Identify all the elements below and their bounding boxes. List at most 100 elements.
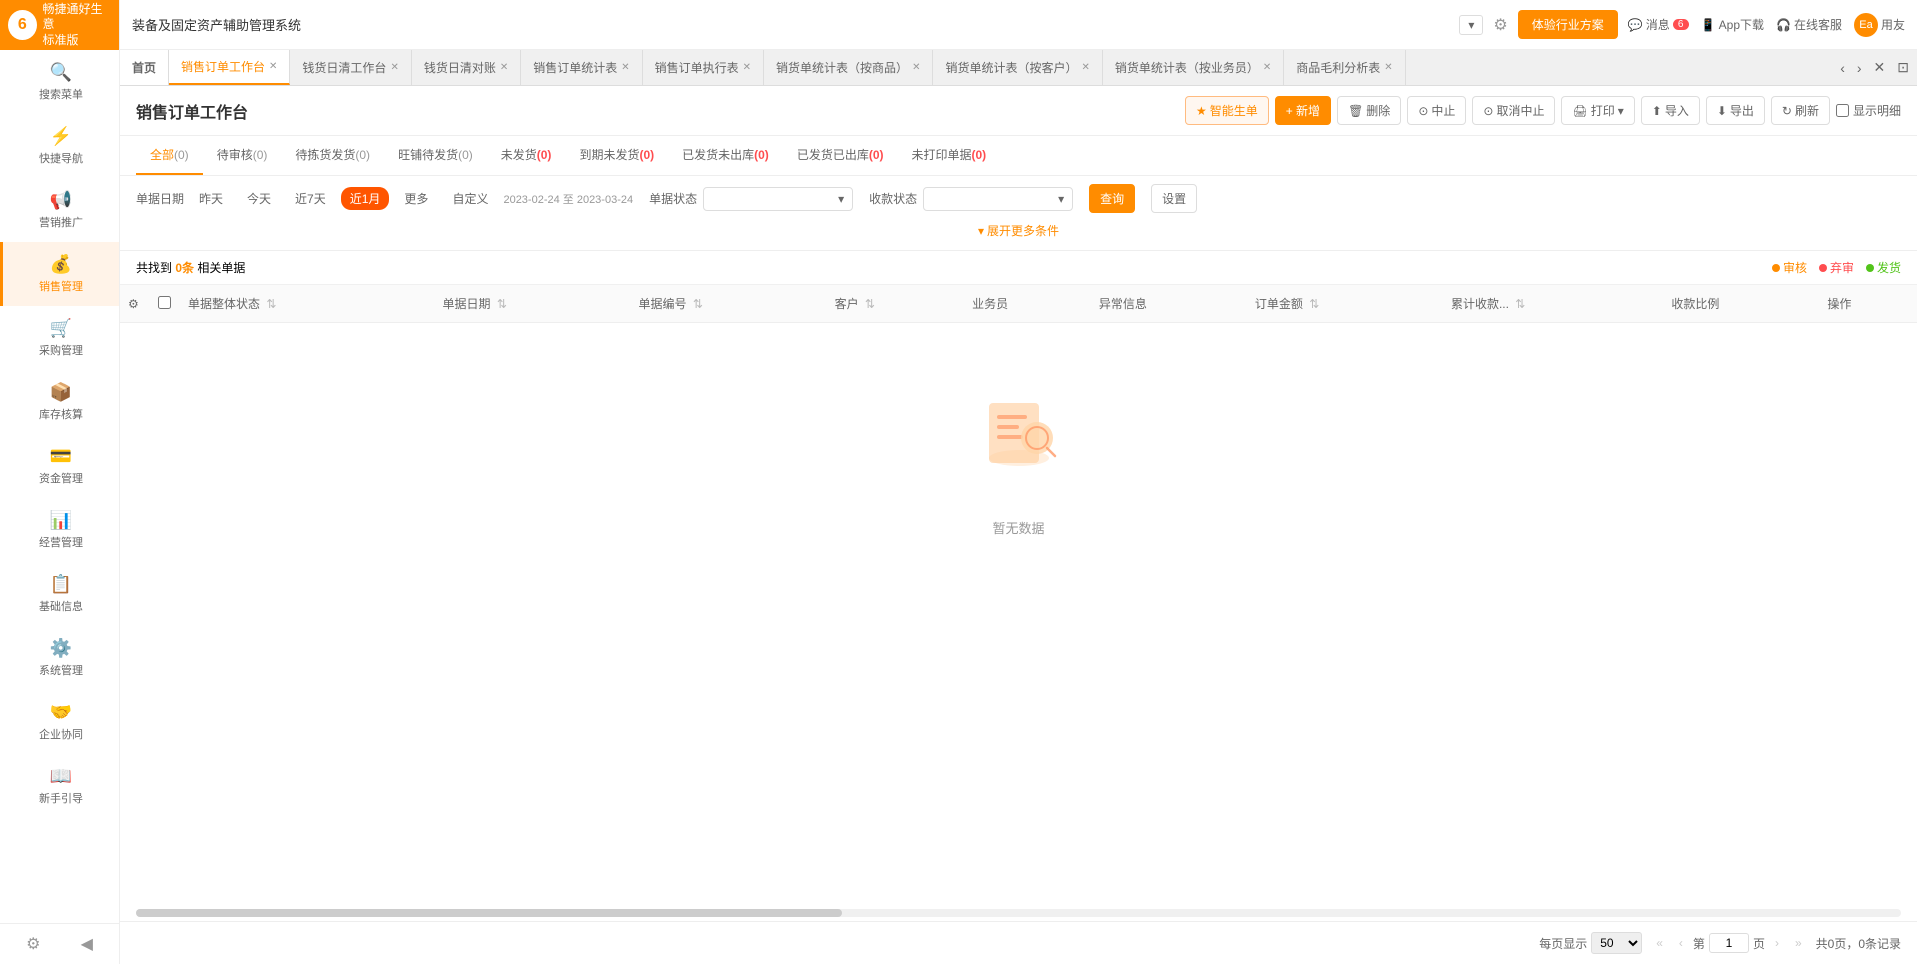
sub-tab-0[interactable]: 全部(0) [136,136,203,175]
topbar-gear-icon[interactable]: ⚙ [1493,15,1507,35]
tab-label: 销售订单工作台 [181,58,265,75]
status-select[interactable]: ▾ [703,187,853,211]
sub-tab-8[interactable]: 未打印单据(0) [898,136,1001,175]
tab-close-icon[interactable]: ✕ [1263,62,1271,73]
col-staff: 业务员 [964,285,1091,323]
date-btn-yesterday[interactable]: 昨天 [190,187,232,210]
date-btn-7days[interactable]: 近7天 [286,187,335,210]
tab-close-icon[interactable]: ✕ [1081,62,1089,73]
sidebar-item-7[interactable]: 📊 经营管理 [0,498,119,562]
sub-tab-count-4: (0) [537,148,552,162]
tab-sales-stats-staff[interactable]: 销货单统计表（按业务员） ✕ [1103,50,1284,85]
tab-close-icon[interactable]: ✕ [269,61,277,72]
tab-close-icon[interactable]: ✕ [743,62,751,73]
cancel-stop-btn[interactable]: ⊙ 取消中止 [1472,96,1555,125]
sidebar-icon-5: 📦 [50,382,72,403]
sub-tab-2[interactable]: 待拣货发货(0) [281,136,384,175]
sidebar: 6 畅捷通好生意 标准版 🔍 搜索菜单 ⚡ 快捷导航 📢 营销推广 💰 销售管理… [0,0,120,964]
col-amount: 订单金额 ⇅ [1247,285,1443,323]
table-area: 共找到 0条 相关单据 审核 弃审 发货 [120,251,1917,964]
date-btn-1month[interactable]: 近1月 [341,187,390,210]
quick-audit-btn[interactable]: 审核 [1772,259,1807,276]
tab-sales-stats-customer[interactable]: 销货单统计表（按客户） ✕ [933,50,1102,85]
quick-reject-btn[interactable]: 弃审 [1819,259,1854,276]
collapse-icon[interactable]: ◀ [81,934,93,954]
tab-cash-daily-reconcile[interactable]: 钱货日清对账 ✕ [412,50,521,85]
tab-close-icon[interactable]: ✕ [1384,62,1392,73]
tab-sales-order-stats[interactable]: 销售订单统计表 ✕ [521,50,642,85]
industry-btn[interactable]: 体验行业方案 [1518,10,1618,39]
settings-icon[interactable]: ⚙ [26,934,40,954]
date-btn-more[interactable]: 更多 [395,187,437,210]
import-btn[interactable]: ⬆ 导入 [1641,96,1700,125]
sidebar-item-8[interactable]: 📋 基础信息 [0,562,119,626]
tab-nav-right-icon[interactable]: › [1853,58,1866,78]
date-btn-custom[interactable]: 自定义 [443,187,497,210]
sidebar-item-6[interactable]: 💳 资金管理 [0,434,119,498]
tab-nav-left-icon[interactable]: ‹ [1836,58,1849,78]
col-check[interactable] [150,285,180,323]
export-btn[interactable]: ⬇ 导出 [1706,96,1765,125]
audit-label: 审核 [1783,259,1807,276]
system-dropdown[interactable]: ▾ [1459,15,1483,35]
tab-maximize-icon[interactable]: ⊡ [1893,57,1913,78]
col-config[interactable]: ⚙ [120,285,150,323]
sidebar-item-0[interactable]: 🔍 搜索菜单 [0,50,119,114]
sidebar-item-11[interactable]: 📖 新手引导 [0,754,119,818]
add-btn[interactable]: + 新增 [1275,96,1331,125]
smart-generate-btn[interactable]: ★ 智能生单 [1185,96,1269,125]
page-prev-btn[interactable]: ‹ [1673,934,1689,952]
tab-home[interactable]: 首页 [120,50,169,85]
sub-tab-6[interactable]: 已发货未出库(0) [668,136,783,175]
sidebar-item-2[interactable]: 📢 营销推广 [0,178,119,242]
print-btn[interactable]: 🖨 打印 ▾ [1561,96,1634,125]
user-action[interactable]: Ea 用友 [1854,13,1905,37]
sidebar-item-5[interactable]: 📦 库存核算 [0,370,119,434]
tab-close-icon[interactable]: ✕ [390,62,398,73]
quick-ship-btn[interactable]: 发货 [1866,259,1901,276]
tab-close-all-icon[interactable]: ✕ [1870,57,1890,78]
sub-tab-3[interactable]: 旺铺待发货(0) [384,136,487,175]
tab-close-icon[interactable]: ✕ [621,62,629,73]
sidebar-item-9[interactable]: ⚙️ 系统管理 [0,626,119,690]
sub-tab-1[interactable]: 待审核(0) [203,136,282,175]
tab-sales-stats-product[interactable]: 销货单统计表（按商品） ✕ [764,50,933,85]
tab-margin-analysis[interactable]: 商品毛利分析表 ✕ [1284,50,1405,85]
app-download-action[interactable]: 📱 App下载 [1701,16,1764,33]
stop-btn[interactable]: ⊙ 中止 [1407,96,1466,125]
page-last-btn[interactable]: » [1789,934,1808,952]
tab-close-icon[interactable]: ✕ [912,62,920,73]
fake-scrollbar[interactable] [136,909,1901,917]
tab-close-icon[interactable]: ✕ [500,62,508,73]
sub-tab-4[interactable]: 未发货(0) [487,136,566,175]
payment-select[interactable]: ▾ [923,187,1073,211]
sidebar-item-1[interactable]: ⚡ 快捷导航 [0,114,119,178]
sidebar-item-10[interactable]: 🤝 企业协同 [0,690,119,754]
sidebar-item-4[interactable]: 🛒 采购管理 [0,306,119,370]
sub-tab-7[interactable]: 已发货已出库(0) [783,136,898,175]
expand-filter-btn[interactable]: ▾ 展开更多条件 [970,219,1067,242]
page-unit: 页 [1753,935,1765,952]
refresh-btn[interactable]: ↻ 刷新 [1771,96,1830,125]
query-btn[interactable]: 查询 [1089,184,1135,213]
message-action[interactable]: 💬 消息 6 [1628,16,1689,33]
date-btn-today[interactable]: 今天 [238,187,280,210]
settings-filter-btn[interactable]: 设置 [1151,184,1197,213]
table-scroll[interactable]: ⚙ 单据整体状态 ⇅ 单据日期 ⇅ 单据编号 ⇅ 客户 ⇅ 业务员 异常信息 订… [120,285,1917,905]
page-first-btn[interactable]: « [1650,934,1669,952]
delete-btn[interactable]: 🗑 删除 [1337,96,1401,125]
tab-cash-daily-workbench[interactable]: 钱货日清工作台 ✕ [290,50,411,85]
tab-sales-order-workbench[interactable]: 销售订单工作台 ✕ [169,50,290,85]
online-service-action[interactable]: 🎧 在线客服 [1776,16,1842,33]
tab-sales-order-exec[interactable]: 销售订单执行表 ✕ [643,50,764,85]
sidebar-item-3[interactable]: 💰 销售管理 [0,242,119,306]
select-all-checkbox[interactable] [158,296,171,309]
show-detail-input[interactable] [1836,104,1849,117]
scrollbar-thumb[interactable] [136,909,842,917]
page-size-dropdown[interactable]: 50 100 200 [1591,932,1642,954]
page-input[interactable] [1709,933,1749,953]
page-next-btn[interactable]: › [1769,934,1785,952]
sub-tab-5[interactable]: 到期未发货(0) [565,136,668,175]
expand-btn-label: 展开更多条件 [987,222,1059,239]
show-detail-checkbox[interactable]: 显示明细 [1836,102,1901,119]
